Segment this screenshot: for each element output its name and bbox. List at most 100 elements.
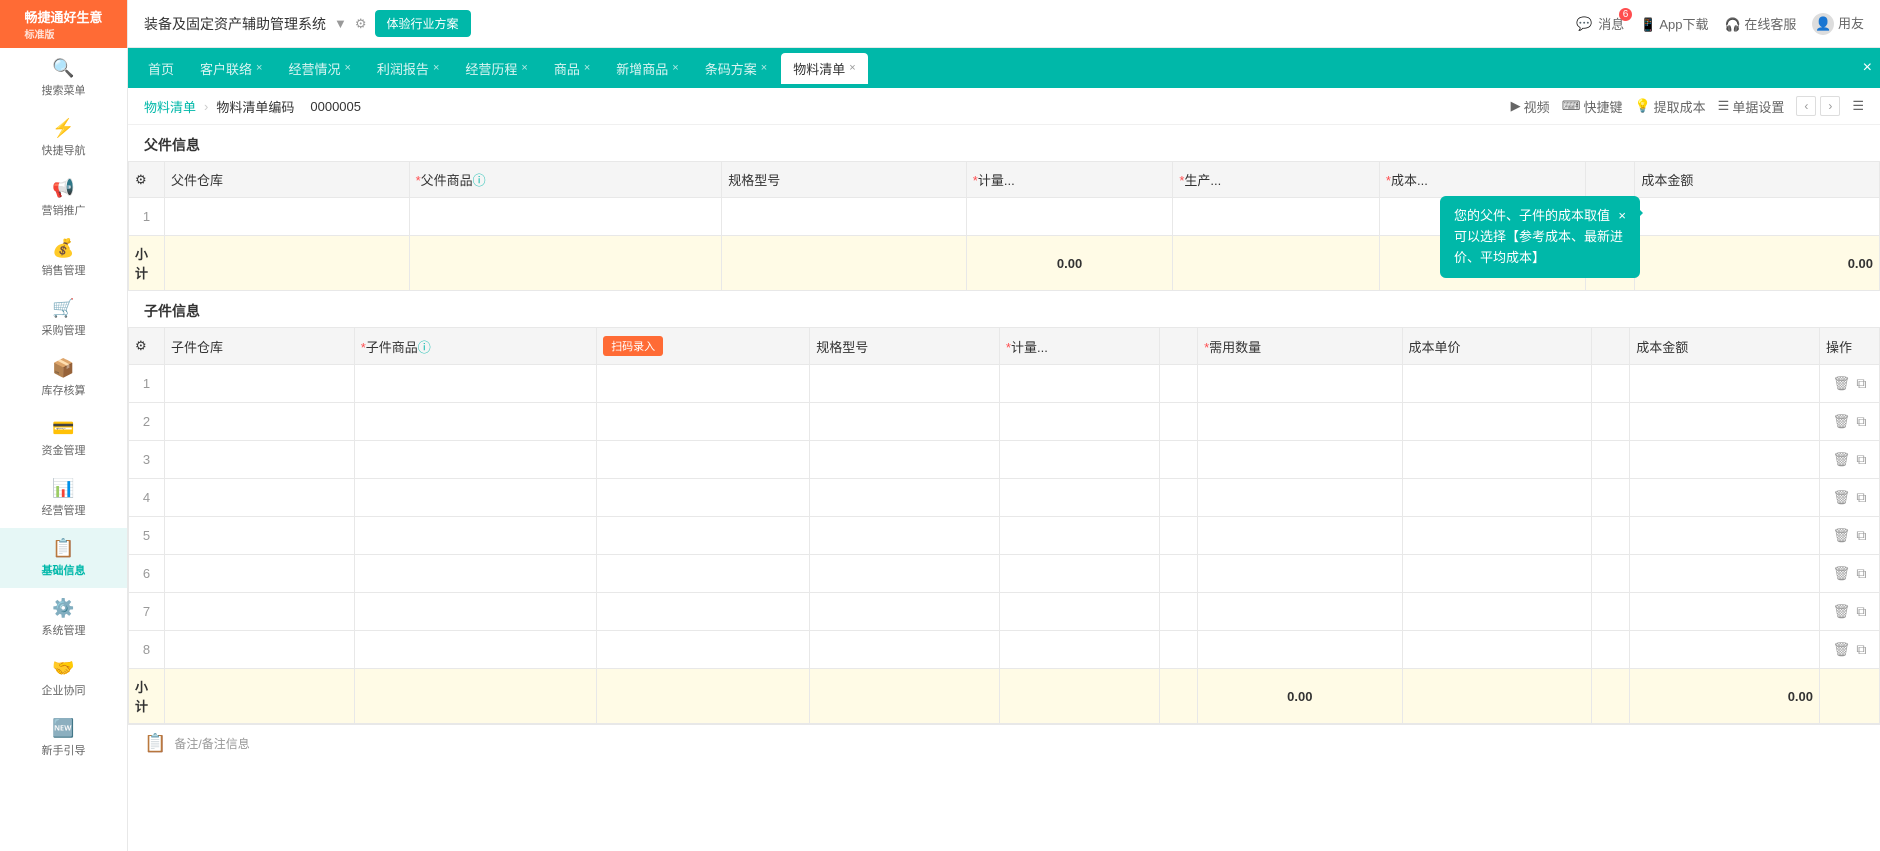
- child-col-scan[interactable]: 扫码录入: [597, 328, 810, 365]
- tab-profit[interactable]: 利润报告 ×: [365, 53, 451, 84]
- child-row-8-product[interactable]: [354, 631, 596, 669]
- child-row-2-copy-icon[interactable]: ⧉: [1856, 413, 1866, 430]
- child-row-1-unit[interactable]: [999, 365, 1159, 403]
- child-row-7-copy-icon[interactable]: ⧉: [1856, 603, 1866, 620]
- child-row-3-unit[interactable]: [999, 441, 1159, 479]
- child-row-6-spec[interactable]: [810, 555, 1000, 593]
- child-row-5-spec[interactable]: [810, 517, 1000, 555]
- parent-row-1-produce[interactable]: [1173, 198, 1380, 236]
- child-row-3-warehouse[interactable]: [165, 441, 355, 479]
- child-row-7-product[interactable]: [354, 593, 596, 631]
- child-row-8-qty[interactable]: [1198, 631, 1402, 669]
- parent-row-1-spec[interactable]: [722, 198, 967, 236]
- grid-view-icon[interactable]: ☰: [1852, 98, 1864, 114]
- child-row-3-spec[interactable]: [810, 441, 1000, 479]
- child-row-5-qty[interactable]: [1198, 517, 1402, 555]
- sidebar-item-system[interactable]: ⚙️ 系统管理: [0, 588, 127, 648]
- child-row-4-unit[interactable]: [999, 479, 1159, 517]
- sidebar-item-sales[interactable]: 💰 销售管理: [0, 228, 127, 288]
- online-service-button[interactable]: 🎧 在线客服: [1725, 14, 1797, 33]
- child-row-3-delete-icon[interactable]: 🗑: [1833, 451, 1851, 468]
- child-row-4-product[interactable]: [354, 479, 596, 517]
- child-row-1-product[interactable]: [354, 365, 596, 403]
- view-video-button[interactable]: ▶ 视频: [1511, 97, 1550, 116]
- tab-barcode-close[interactable]: ×: [761, 62, 767, 74]
- parent-col-settings[interactable]: ⚙: [129, 162, 165, 198]
- child-row-2-qty[interactable]: [1198, 403, 1402, 441]
- child-row-6-warehouse[interactable]: [165, 555, 355, 593]
- tab-new-goods-close[interactable]: ×: [672, 62, 678, 74]
- message-button[interactable]: 💬 6 消息: [1576, 14, 1624, 33]
- sidebar-item-search[interactable]: 🔍 搜索菜单: [0, 48, 127, 108]
- child-row-2-product[interactable]: [354, 403, 596, 441]
- nav-next-button[interactable]: ›: [1820, 96, 1840, 116]
- child-row-5-warehouse[interactable]: [165, 517, 355, 555]
- app-download-button[interactable]: 📱 App下载: [1640, 14, 1708, 33]
- child-row-5-copy-icon[interactable]: ⧉: [1856, 527, 1866, 544]
- child-row-1-qty[interactable]: [1198, 365, 1402, 403]
- child-row-2-warehouse[interactable]: [165, 403, 355, 441]
- child-row-8-copy-icon[interactable]: ⧉: [1856, 641, 1866, 658]
- shortcut-button[interactable]: ⌨ 快捷键: [1562, 97, 1623, 116]
- child-row-7-unit[interactable]: [999, 593, 1159, 631]
- scan-input-button[interactable]: 扫码录入: [603, 336, 663, 356]
- child-row-7-warehouse[interactable]: [165, 593, 355, 631]
- child-row-6-delete-icon[interactable]: 🗑: [1833, 565, 1851, 582]
- child-row-3-copy-icon[interactable]: ⧉: [1856, 451, 1866, 468]
- parent-row-1-unit[interactable]: [966, 198, 1173, 236]
- child-row-8-unit-cost[interactable]: [1402, 631, 1592, 669]
- sidebar-item-basic-info[interactable]: 📋 基础信息: [0, 528, 127, 588]
- child-row-2-spec[interactable]: [810, 403, 1000, 441]
- nav-prev-button[interactable]: ‹: [1796, 96, 1816, 116]
- sidebar-item-quick-nav[interactable]: ⚡ 快捷导航: [0, 108, 127, 168]
- child-row-1-spec[interactable]: [810, 365, 1000, 403]
- child-row-1-delete-icon[interactable]: 🗑: [1833, 375, 1851, 392]
- settings-icon[interactable]: ⚙: [355, 16, 367, 32]
- sidebar-item-operation[interactable]: 📊 经营管理: [0, 468, 127, 528]
- child-row-4-unit-cost[interactable]: [1402, 479, 1592, 517]
- parent-row-1-warehouse[interactable]: [165, 198, 410, 236]
- user-info-button[interactable]: 👤 用友: [1812, 13, 1864, 35]
- child-row-5-delete-icon[interactable]: 🗑: [1833, 527, 1851, 544]
- child-row-8-warehouse[interactable]: [165, 631, 355, 669]
- tab-customer[interactable]: 客户联络 ×: [188, 53, 274, 84]
- tab-new-goods[interactable]: 新增商品 ×: [604, 53, 690, 84]
- extract-cost-button[interactable]: 💡 提取成本: [1634, 97, 1705, 116]
- child-row-1-copy-icon[interactable]: ⧉: [1856, 375, 1866, 392]
- sidebar-item-guide[interactable]: 🆕 新手引导: [0, 708, 127, 768]
- tab-bar-close-all[interactable]: ×: [1863, 59, 1872, 77]
- child-row-6-qty[interactable]: [1198, 555, 1402, 593]
- tab-goods-close[interactable]: ×: [584, 62, 590, 74]
- child-col-settings[interactable]: ⚙: [129, 328, 165, 365]
- child-row-2-unit[interactable]: [999, 403, 1159, 441]
- child-row-8-spec[interactable]: [810, 631, 1000, 669]
- parent-row-1-product[interactable]: [409, 198, 722, 236]
- tooltip-close-button[interactable]: ×: [1618, 206, 1626, 227]
- child-row-4-qty[interactable]: [1198, 479, 1402, 517]
- tab-customer-close[interactable]: ×: [256, 62, 262, 74]
- tab-bom[interactable]: 物料清单 ×: [781, 53, 867, 84]
- sidebar-item-marketing[interactable]: 📢 营销推广: [0, 168, 127, 228]
- child-row-6-unit[interactable]: [999, 555, 1159, 593]
- sidebar-item-inventory[interactable]: 📦 库存核算: [0, 348, 127, 408]
- child-row-2-unit-cost[interactable]: [1402, 403, 1592, 441]
- child-row-3-product[interactable]: [354, 441, 596, 479]
- child-row-6-product[interactable]: [354, 555, 596, 593]
- child-row-7-unit-cost[interactable]: [1402, 593, 1592, 631]
- child-row-8-unit[interactable]: [999, 631, 1159, 669]
- child-row-4-copy-icon[interactable]: ⧉: [1856, 489, 1866, 506]
- child-row-3-qty[interactable]: [1198, 441, 1402, 479]
- child-row-7-delete-icon[interactable]: 🗑: [1833, 603, 1851, 620]
- sidebar-item-purchase[interactable]: 🛒 采购管理: [0, 288, 127, 348]
- child-row-6-unit-cost[interactable]: [1402, 555, 1592, 593]
- child-row-4-delete-icon[interactable]: 🗑: [1833, 489, 1851, 506]
- tab-barcode[interactable]: 条码方案 ×: [693, 53, 779, 84]
- sidebar-item-finance[interactable]: 💳 资金管理: [0, 408, 127, 468]
- child-row-4-spec[interactable]: [810, 479, 1000, 517]
- child-row-3-unit-cost[interactable]: [1402, 441, 1592, 479]
- breadcrumb-parent[interactable]: 物料清单: [144, 97, 196, 116]
- sidebar-item-cooperation[interactable]: 🤝 企业协同: [0, 648, 127, 708]
- tab-home[interactable]: 首页: [136, 53, 186, 84]
- tab-operation-close[interactable]: ×: [344, 62, 350, 74]
- dropdown-arrow[interactable]: ▼: [334, 16, 347, 31]
